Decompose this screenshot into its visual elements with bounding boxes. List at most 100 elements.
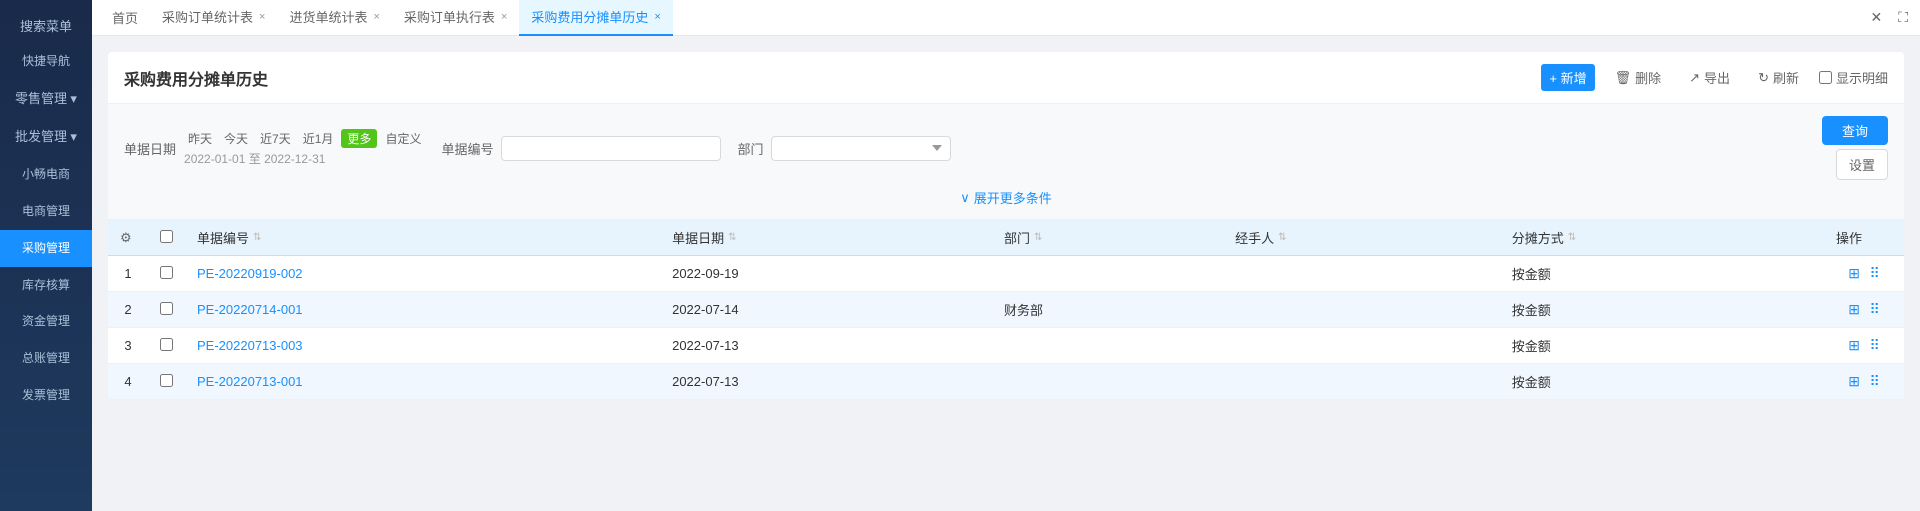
search-button[interactable]: 查询 <box>1822 116 1888 145</box>
sidebar-item-finance[interactable]: 资金管理 <box>0 303 92 340</box>
tab-close-purchase-execution[interactable]: × <box>501 11 507 23</box>
doc-number-link[interactable]: PE-20220713-003 <box>197 338 303 353</box>
shortcut-more[interactable]: 更多 <box>341 129 377 148</box>
th-doc-date: 单据日期 ⇅ <box>660 220 992 256</box>
row-handler <box>1223 256 1500 292</box>
row-split-method: 按金额 <box>1500 256 1824 292</box>
row-handler <box>1223 292 1500 328</box>
select-all-checkbox[interactable] <box>160 230 173 243</box>
sort-handler-icon[interactable]: ⇅ <box>1278 232 1286 243</box>
row-doc-date: 2022-09-19 <box>660 256 992 292</box>
expand-more-btn[interactable]: ∨ 展开更多条件 <box>124 188 1888 207</box>
dept-select[interactable] <box>771 136 951 161</box>
doc-number-link[interactable]: PE-20220919-002 <box>197 266 303 281</box>
row-doc-number: PE-20220919-002 <box>185 256 660 292</box>
filter-area: 单据日期 昨天 今天 近7天 近1月 更多 自定义 2022-01-01 至 2… <box>108 104 1904 220</box>
doc-number-link[interactable]: PE-20220713-001 <box>197 374 303 389</box>
show-detail-checkbox-label[interactable]: 显示明细 <box>1819 68 1888 87</box>
row-dept: 财务部 <box>992 292 1223 328</box>
row-doc-number: PE-20220713-003 <box>185 328 660 364</box>
sidebar-item-quick-nav[interactable]: 快捷导航 <box>0 43 92 80</box>
refresh-icon: ↻ <box>1758 70 1769 86</box>
tab-close-goods-stats[interactable]: × <box>373 11 379 23</box>
page-card: 采购费用分摊单历史 + 新增 🗑 删除 ↗ 导出 ↻ 刷新 <box>108 52 1904 400</box>
show-detail-checkbox[interactable] <box>1819 71 1832 84</box>
more-ops-icon[interactable]: ⠿ <box>1870 265 1880 281</box>
table-container: ⚙ 单据编号 ⇅ <box>108 220 1904 400</box>
sidebar: 搜索菜单 快捷导航 零售管理 ▾ 批发管理 ▾ 小畅电商 电商管理 采购管理 库… <box>0 0 92 511</box>
main-area: 首页 采购订单统计表 × 进货单统计表 × 采购订单执行表 × 采购费用分摊单历… <box>92 0 1920 511</box>
doc-number-label: 单据编号 <box>441 139 493 158</box>
sidebar-item-retail[interactable]: 零售管理 ▾ <box>0 80 92 118</box>
th-checkbox <box>148 220 185 256</box>
sort-doc-date-icon[interactable]: ⇅ <box>728 232 736 243</box>
view-icon[interactable]: ⊞ <box>1848 301 1860 317</box>
tab-close-expense-history[interactable]: × <box>654 11 660 23</box>
shortcut-custom[interactable]: 自定义 <box>381 129 425 148</box>
tab-close-purchase-order-stats[interactable]: × <box>259 11 265 23</box>
export-icon: ↗ <box>1689 70 1700 86</box>
sort-split-method-icon[interactable]: ⇅ <box>1568 232 1576 243</box>
row-checkbox-cell <box>148 364 185 400</box>
sidebar-item-search[interactable]: 搜索菜单 <box>16 8 76 43</box>
row-checkbox-cell <box>148 256 185 292</box>
shortcut-yesterday[interactable]: 昨天 <box>184 129 216 148</box>
table-row: 2 PE-20220714-001 2022-07-14 财务部 按金额 ⊞ ⠿ <box>108 292 1904 328</box>
row-checkbox[interactable] <box>160 338 173 351</box>
shortcut-7days[interactable]: 近7天 <box>256 129 295 148</box>
sort-dept-icon[interactable]: ⇅ <box>1034 232 1042 243</box>
doc-number-link[interactable]: PE-20220714-001 <box>197 302 303 317</box>
tab-home[interactable]: 首页 <box>100 0 150 36</box>
date-shortcuts: 昨天 今天 近7天 近1月 更多 自定义 2022-01-01 至 2022-1… <box>184 129 425 167</box>
row-checkbox[interactable] <box>160 266 173 279</box>
filter-settings-button[interactable]: 设置 <box>1836 149 1888 180</box>
delete-icon: 🗑 <box>1615 70 1632 86</box>
row-handler <box>1223 364 1500 400</box>
view-icon[interactable]: ⊞ <box>1848 265 1860 281</box>
shortcut-1month[interactable]: 近1月 <box>299 129 338 148</box>
shortcut-today[interactable]: 今天 <box>220 129 252 148</box>
filter-row: 单据日期 昨天 今天 近7天 近1月 更多 自定义 2022-01-01 至 2… <box>124 116 1888 180</box>
row-split-method: 按金额 <box>1500 328 1824 364</box>
sidebar-item-wholesale[interactable]: 批发管理 ▾ <box>0 118 92 156</box>
doc-number-filter-group: 单据编号 <box>441 136 721 161</box>
add-button[interactable]: + 新增 <box>1541 64 1594 91</box>
content-area: 采购费用分摊单历史 + 新增 🗑 删除 ↗ 导出 ↻ 刷新 <box>92 36 1920 511</box>
th-settings: ⚙ <box>108 220 148 256</box>
row-ops: ⊞ ⠿ <box>1824 328 1904 364</box>
row-checkbox[interactable] <box>160 302 173 315</box>
sidebar-item-ecommerce[interactable]: 电商管理 <box>0 193 92 230</box>
expand-icon[interactable]: ⛶ <box>1894 7 1912 28</box>
row-ops: ⊞ ⠿ <box>1824 292 1904 328</box>
sort-doc-number-icon[interactable]: ⇅ <box>253 232 261 243</box>
delete-button[interactable]: 🗑 删除 <box>1607 64 1670 91</box>
row-checkbox[interactable] <box>160 374 173 387</box>
view-icon[interactable]: ⊞ <box>1848 373 1860 389</box>
sidebar-item-inventory[interactable]: 库存核算 <box>0 267 92 304</box>
row-checkbox-cell <box>148 328 185 364</box>
export-button[interactable]: ↗ 导出 <box>1681 64 1738 91</box>
more-ops-icon[interactable]: ⠿ <box>1870 301 1880 317</box>
row-split-method: 按金额 <box>1500 364 1824 400</box>
close-all-tabs-icon[interactable]: ✕ <box>1866 7 1886 28</box>
doc-number-input[interactable] <box>501 136 721 161</box>
tab-purchase-execution[interactable]: 采购订单执行表 × <box>392 0 519 36</box>
table-row: 4 PE-20220713-001 2022-07-13 按金额 ⊞ ⠿ <box>108 364 1904 400</box>
sidebar-item-ledger[interactable]: 总账管理 <box>0 340 92 377</box>
row-index: 4 <box>108 364 148 400</box>
view-icon[interactable]: ⊞ <box>1848 337 1860 353</box>
sidebar-item-ecommerce-small[interactable]: 小畅电商 <box>0 156 92 193</box>
tab-expense-history[interactable]: 采购费用分摊单历史 × <box>519 0 672 36</box>
more-ops-icon[interactable]: ⠿ <box>1870 337 1880 353</box>
row-doc-number: PE-20220713-001 <box>185 364 660 400</box>
sidebar-item-invoice[interactable]: 发票管理 <box>0 377 92 414</box>
refresh-button[interactable]: ↻ 刷新 <box>1750 64 1807 91</box>
column-settings-icon[interactable]: ⚙ <box>120 230 132 245</box>
tab-purchase-order-stats[interactable]: 采购订单统计表 × <box>150 0 277 36</box>
tab-goods-stats[interactable]: 进货单统计表 × <box>277 0 391 36</box>
row-handler <box>1223 328 1500 364</box>
dept-label: 部门 <box>737 139 763 158</box>
date-filter-group: 单据日期 昨天 今天 近7天 近1月 更多 自定义 2022-01-01 至 2… <box>124 129 425 167</box>
sidebar-item-purchase[interactable]: 采购管理 <box>0 230 92 267</box>
more-ops-icon[interactable]: ⠿ <box>1870 373 1880 389</box>
